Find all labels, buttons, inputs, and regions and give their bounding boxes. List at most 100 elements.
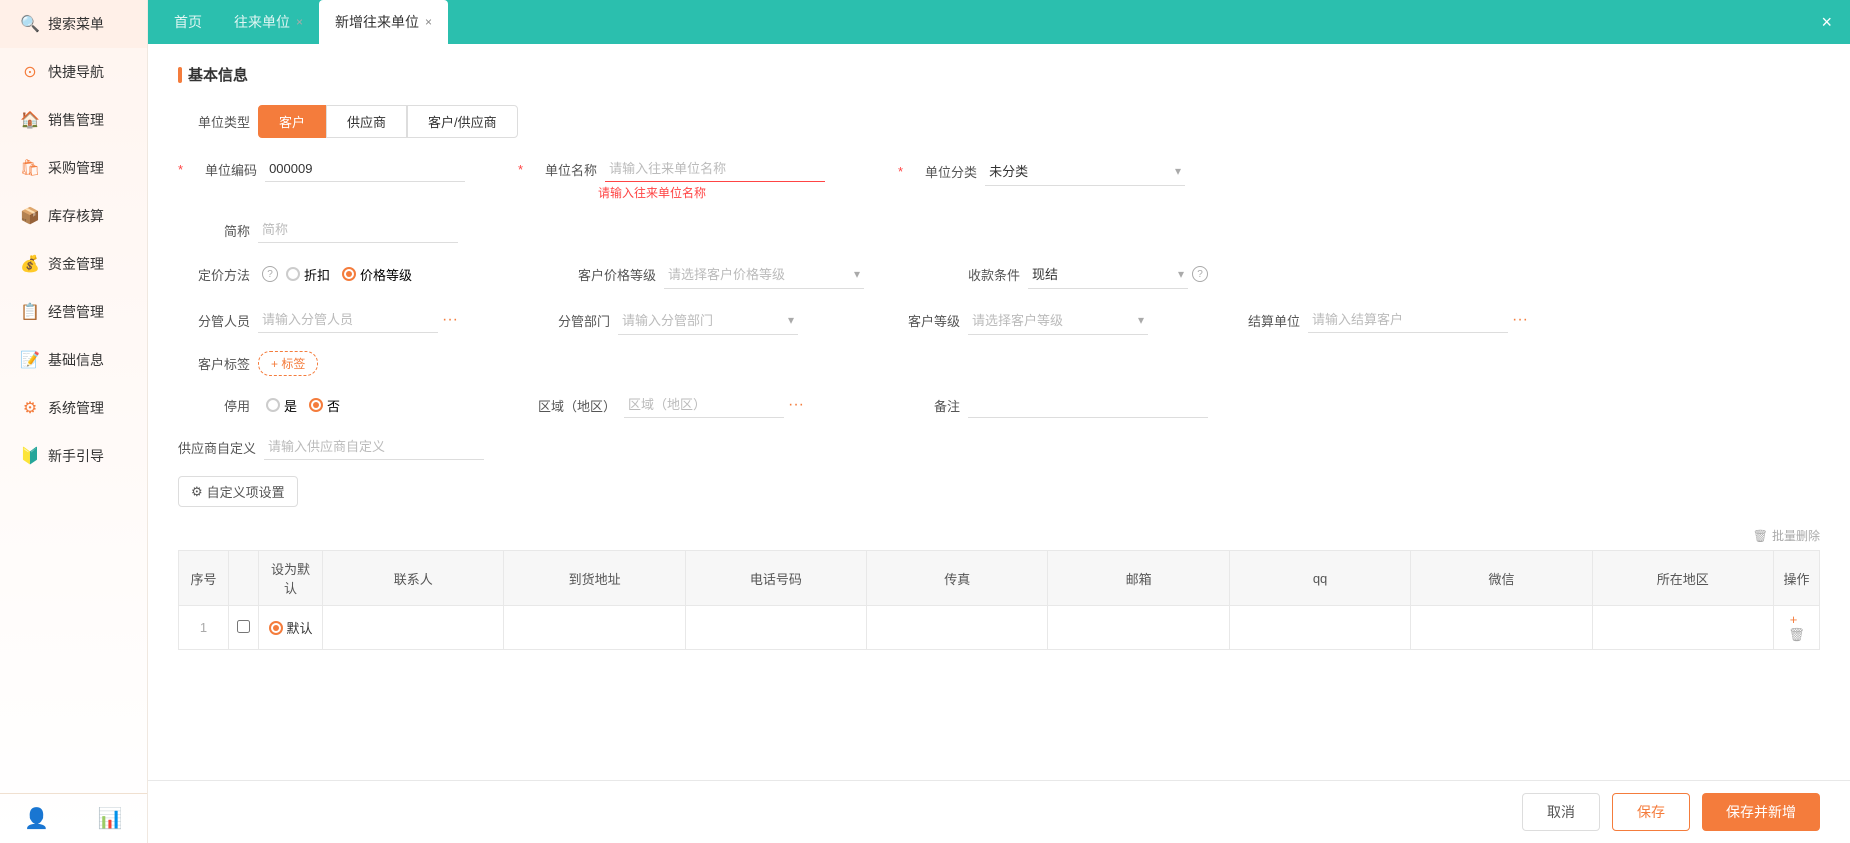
pricing-radio-level[interactable]: 价格等级 <box>342 265 412 284</box>
row-add-btn[interactable]: + <box>1790 612 1798 627</box>
row-phone[interactable] <box>685 606 866 650</box>
unit-name-field: * 单位名称 请输入往来单位名称 <box>518 156 898 201</box>
unit-type-customer[interactable]: 客户 <box>258 105 326 138</box>
sidebar: 🔍 搜索菜单 ⊙ 快捷导航 🏠 销售管理 🛍 采购管理 📦 库存核算 💰 资金管… <box>0 0 148 843</box>
col-wechat: 微信 <box>1411 551 1592 606</box>
manager-dots[interactable]: ··· <box>442 311 458 329</box>
sidebar-item-system[interactable]: ⚙ 系统管理 <box>0 384 147 432</box>
payment-label: 收款条件 <box>948 265 1028 284</box>
sidebar-item-inventory[interactable]: 📦 库存核算 <box>0 192 147 240</box>
unit-type-both[interactable]: 客户/供应商 <box>407 105 518 138</box>
payment-select[interactable]: 现结 ▾ <box>1028 259 1188 289</box>
unit-code-required: * <box>178 162 183 177</box>
custom-settings-label: 自定义项设置 <box>207 482 285 501</box>
payment-arrow: ▾ <box>1178 267 1184 281</box>
row-address-input[interactable] <box>510 620 678 635</box>
sidebar-item-purchase[interactable]: 🛍 采购管理 <box>0 144 147 192</box>
sidebar-item-basics[interactable]: 📝 基础信息 <box>0 336 147 384</box>
sidebar-item-sales[interactable]: 🏠 销售管理 <box>0 96 147 144</box>
level-circle <box>342 267 356 281</box>
row-seq: 1 <box>179 606 229 650</box>
sidebar-label-basics: 基础信息 <box>48 350 104 370</box>
custom-settings-button[interactable]: ⚙ 自定义项设置 <box>178 476 298 507</box>
customer-level-select[interactable]: 请选择客户等级 ▾ <box>968 305 1148 335</box>
level-label: 价格等级 <box>360 265 412 284</box>
settlement-input[interactable] <box>1308 307 1508 333</box>
tab-partners-close[interactable]: × <box>296 15 303 29</box>
row-wechat-input[interactable] <box>1417 620 1585 635</box>
tab-bar-close-all[interactable]: × <box>1813 12 1840 33</box>
pricing-radio-group: 折扣 价格等级 <box>286 265 412 284</box>
col-seq: 序号 <box>179 551 229 606</box>
row-location-input[interactable] <box>1599 620 1767 635</box>
pricing-label: 定价方法 <box>178 265 258 284</box>
tab-bar: 首页 往来单位 × 新增往来单位 × × <box>148 0 1850 44</box>
tab-new-partner-close[interactable]: × <box>425 15 432 29</box>
tab-partners[interactable]: 往来单位 × <box>218 0 319 44</box>
row-fax[interactable] <box>867 606 1048 650</box>
settlement-dots[interactable]: ··· <box>1512 311 1528 329</box>
region-dots[interactable]: ··· <box>788 396 804 414</box>
discount-circle <box>286 267 300 281</box>
dept-placeholder: 请输入分管部门 <box>622 310 788 329</box>
row-fax-input[interactable] <box>873 620 1041 635</box>
remark-label: 备注 <box>888 396 968 415</box>
manager-input[interactable] <box>258 307 438 333</box>
sidebar-label-guide: 新手引导 <box>48 446 104 466</box>
cancel-button[interactable]: 取消 <box>1522 793 1600 831</box>
short-name-input[interactable] <box>258 217 458 243</box>
sidebar-item-guide[interactable]: 🔰 新手引导 <box>0 432 147 480</box>
save-button[interactable]: 保存 <box>1612 793 1690 831</box>
pricing-help-icon[interactable]: ? <box>262 266 278 282</box>
price-level-field: 客户价格等级 请选择客户价格等级 ▾ <box>578 259 928 289</box>
payment-help-icon[interactable]: ? <box>1192 266 1208 282</box>
stats-icon-btn[interactable]: 📊 <box>74 794 148 843</box>
sidebar-item-quick-nav[interactable]: ⊙ 快捷导航 <box>0 48 147 96</box>
row-qq-input[interactable] <box>1236 620 1404 635</box>
row-email-input[interactable] <box>1054 620 1222 635</box>
payment-value: 现结 <box>1032 264 1178 283</box>
sidebar-item-finance[interactable]: 💰 资金管理 <box>0 240 147 288</box>
sidebar-item-search[interactable]: 🔍 搜索菜单 <box>0 0 147 48</box>
tab-home[interactable]: 首页 <box>158 0 218 44</box>
remark-input[interactable] <box>968 392 1208 418</box>
row-default[interactable]: 默认 <box>259 606 323 650</box>
disabled-no[interactable]: 否 <box>309 396 340 415</box>
row-qq[interactable] <box>1229 606 1410 650</box>
sidebar-item-operations[interactable]: 📋 经营管理 <box>0 288 147 336</box>
row-phone-input[interactable] <box>692 620 860 635</box>
pricing-radio-discount[interactable]: 折扣 <box>286 265 330 284</box>
finance-icon: 💰 <box>20 254 40 274</box>
row-address[interactable] <box>504 606 685 650</box>
unit-category-select[interactable]: 未分类 ▾ <box>985 156 1185 186</box>
row-default-radio[interactable]: 默认 <box>265 618 316 637</box>
unit-name-input[interactable] <box>605 156 825 182</box>
unit-code-input[interactable] <box>265 156 465 182</box>
row-email[interactable] <box>1048 606 1229 650</box>
section-bar <box>178 67 182 83</box>
row-check-input[interactable] <box>237 620 250 633</box>
row-checkbox[interactable] <box>229 606 259 650</box>
price-level-select[interactable]: 请选择客户价格等级 ▾ <box>664 259 864 289</box>
row-delete-btn[interactable]: 🗑 <box>1788 627 1805 642</box>
add-tag-button[interactable]: + 标签 <box>258 351 318 376</box>
disabled-no-circle <box>309 398 323 412</box>
user-icon-btn[interactable]: 👤 <box>0 794 74 843</box>
disabled-yes[interactable]: 是 <box>266 396 297 415</box>
row-wechat[interactable] <box>1411 606 1592 650</box>
row-supplier-custom: 供应商自定义 <box>178 434 1820 460</box>
dept-select[interactable]: 请输入分管部门 ▾ <box>618 305 798 335</box>
row-location[interactable] <box>1592 606 1773 650</box>
batch-delete-btn[interactable]: 🗑 批量删除 <box>1753 527 1820 544</box>
region-input[interactable] <box>624 392 784 418</box>
col-contact: 联系人 <box>323 551 504 606</box>
save-new-button[interactable]: 保存并新增 <box>1702 793 1820 831</box>
unit-type-supplier[interactable]: 供应商 <box>326 105 407 138</box>
unit-type-label: 单位类型 <box>178 112 258 131</box>
tab-new-partner[interactable]: 新增往来单位 × <box>319 0 448 44</box>
supplier-custom-input[interactable] <box>264 434 484 460</box>
manager-field: 分管人员 ··· <box>178 307 518 333</box>
row-contact-input[interactable] <box>329 620 497 635</box>
unit-code-label: 单位编码 <box>185 160 265 179</box>
row-contact[interactable] <box>323 606 504 650</box>
